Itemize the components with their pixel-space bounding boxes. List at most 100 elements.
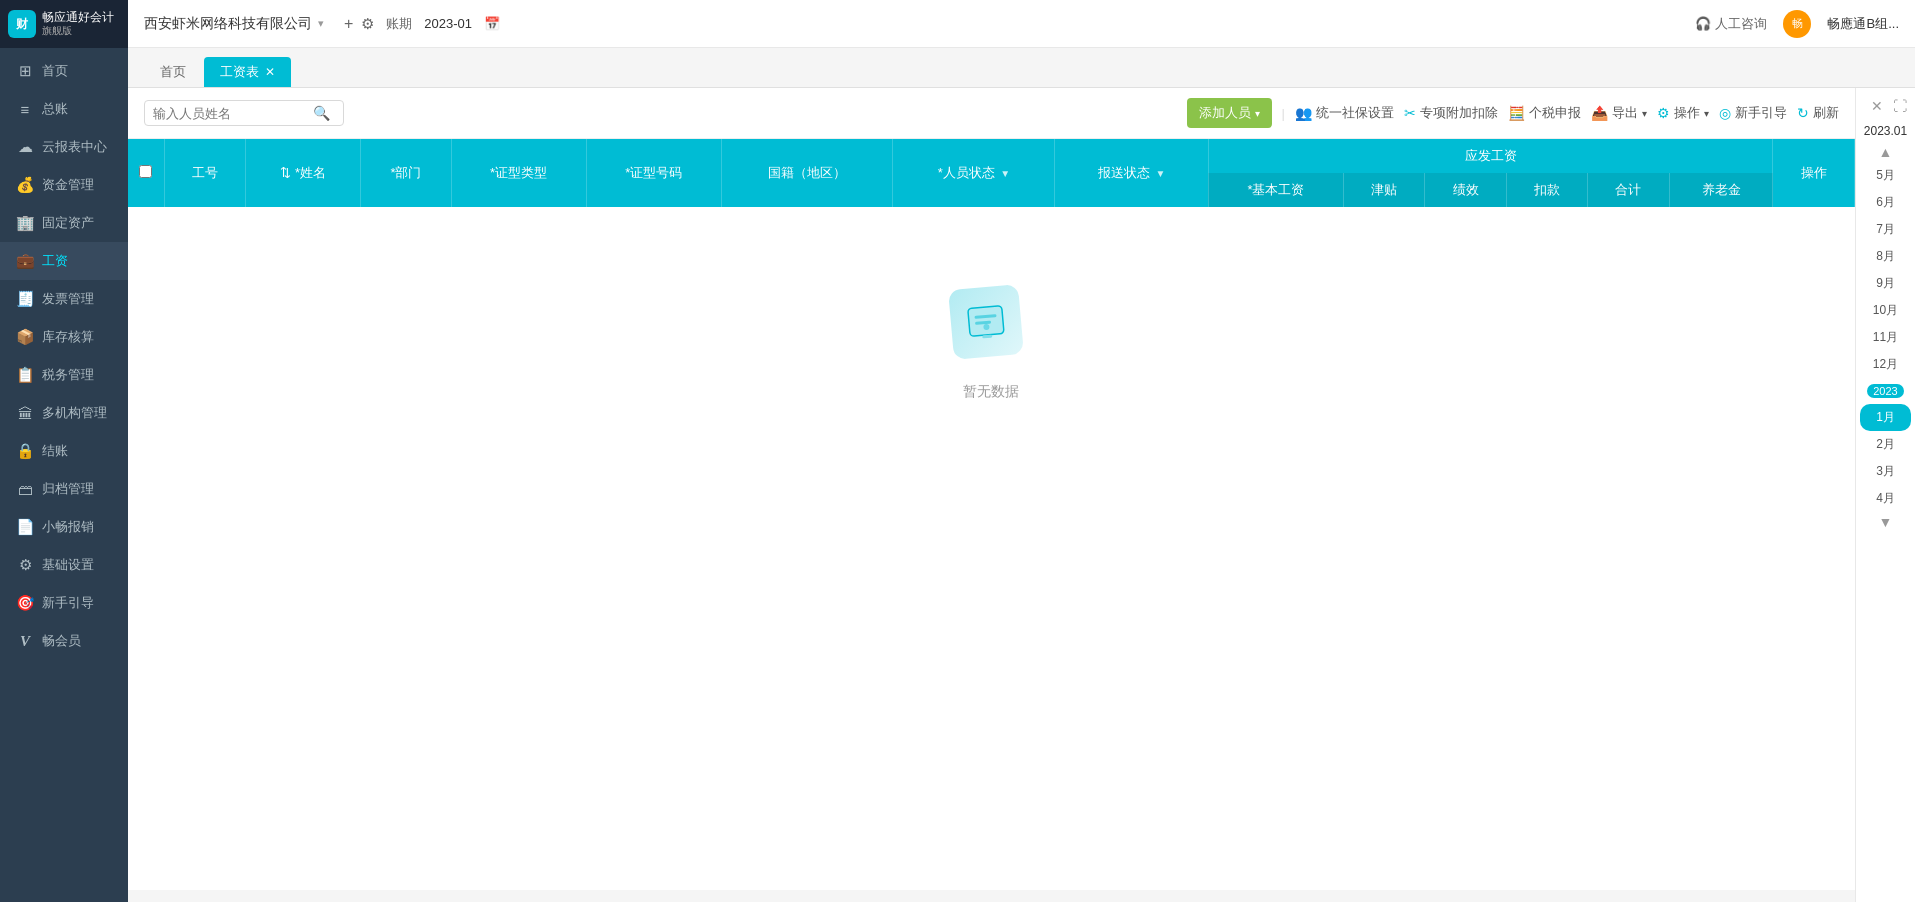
- header-nationality: 国籍（地区）: [721, 139, 892, 207]
- month-item-1[interactable]: 1月: [1860, 404, 1911, 431]
- add-company-button[interactable]: +: [344, 15, 353, 33]
- tab-close-button[interactable]: ✕: [265, 65, 275, 79]
- header-id: 工号: [164, 139, 245, 207]
- sidebar-item-label: 发票管理: [42, 290, 94, 308]
- sidebar-item-archive[interactable]: 🗃 归档管理: [0, 470, 128, 508]
- header-checkbox[interactable]: [128, 139, 164, 207]
- sidebar-item-guide[interactable]: 🎯 新手引导: [0, 584, 128, 622]
- table-scrollbar[interactable]: [128, 890, 1855, 902]
- month-item-9[interactable]: 9月: [1856, 270, 1915, 297]
- tab-home[interactable]: 首页: [144, 57, 202, 87]
- salary-icon: 💼: [16, 252, 34, 270]
- sidebar-item-label: 归档管理: [42, 480, 94, 498]
- filter-icon-2[interactable]: ▼: [1156, 168, 1166, 179]
- sidebar-item-inventory[interactable]: 📦 库存核算: [0, 318, 128, 356]
- month-item-12[interactable]: 12月: [1856, 351, 1915, 378]
- calendar-icon[interactable]: 📅: [484, 16, 500, 31]
- tabbar: 首页 工资表 ✕: [128, 48, 1915, 88]
- month-next-button[interactable]: ▼: [1872, 512, 1900, 532]
- user-name[interactable]: 畅應通B组...: [1827, 15, 1899, 33]
- cloud-icon: ☁: [16, 138, 34, 156]
- add-person-label: 添加人员: [1199, 104, 1251, 122]
- export-chevron: ▾: [1642, 108, 1647, 119]
- add-person-button[interactable]: 添加人员 ▾: [1187, 98, 1272, 128]
- month-item-10[interactable]: 10月: [1856, 297, 1915, 324]
- month-item-4[interactable]: 4月: [1856, 485, 1915, 512]
- personal-tax-icon: 🧮: [1508, 105, 1525, 121]
- settings-icon: ⚙: [16, 556, 34, 574]
- month-item-7[interactable]: 7月: [1856, 216, 1915, 243]
- salary-page: 🔍 添加人员 ▾ | 👥 统一社保设置 ✂ 专项附加扣除: [128, 88, 1855, 902]
- sidebar-item-multi-org[interactable]: 🏛 多机构管理: [0, 394, 128, 432]
- maximize-button[interactable]: ⛶: [1889, 94, 1911, 118]
- topbar-settings-button[interactable]: ⚙: [361, 15, 374, 33]
- sidebar-item-salary[interactable]: 💼 工资: [0, 242, 128, 280]
- sidebar: 财 畅应通好会计 旗舰版 ⊞ 首页 ≡ 总账 ☁ 云报表中心 💰 资金管理 🏢 …: [0, 0, 128, 902]
- company-dropdown-chevron: ▾: [318, 17, 324, 30]
- tab-salary-table[interactable]: 工资表 ✕: [204, 57, 291, 87]
- guide-icon: 🎯: [16, 594, 34, 612]
- month-item-6[interactable]: 6月: [1856, 189, 1915, 216]
- sidebar-item-home[interactable]: ⊞ 首页: [0, 52, 128, 90]
- member-icon: V: [16, 633, 34, 650]
- sidebar-item-member[interactable]: V 畅会员: [0, 622, 128, 660]
- main-area: 西安虾米网络科技有限公司 ▾ + ⚙ 账期 2023-01 📅 🎧 人工咨询 畅…: [128, 0, 1915, 902]
- sidebar-item-fund[interactable]: 💰 资金管理: [0, 166, 128, 204]
- export-btn[interactable]: 📤 导出 ▾: [1591, 104, 1647, 122]
- sidebar-item-label: 总账: [42, 100, 68, 118]
- month-item-2[interactable]: 2月: [1856, 431, 1915, 458]
- guide-icon: ◎: [1719, 105, 1731, 121]
- social-security-label: 统一社保设置: [1316, 104, 1394, 122]
- operations-chevron: ▾: [1704, 108, 1709, 119]
- refresh-btn[interactable]: ↻ 刷新: [1797, 104, 1839, 122]
- period-value: 2023-01: [424, 16, 472, 31]
- topbar-right: 🎧 人工咨询 畅 畅應通B组...: [1695, 10, 1899, 38]
- operations-btn[interactable]: ⚙ 操作 ▾: [1657, 104, 1709, 122]
- special-deduct-btn[interactable]: ✂ 专项附加扣除: [1404, 104, 1498, 122]
- panel-top-actions: ✕ ⛶: [1856, 92, 1915, 120]
- table-wrap[interactable]: 工号 ⇅ *姓名 *部门 *证型类型 *证型号码 国籍（地区） *人员状态 ▼: [128, 139, 1855, 890]
- month-item-8[interactable]: 8月: [1856, 243, 1915, 270]
- search-input[interactable]: [153, 106, 313, 121]
- year-badge: 2023: [1867, 384, 1903, 398]
- special-deduct-icon: ✂: [1404, 105, 1416, 121]
- sidebar-item-label: 库存核算: [42, 328, 94, 346]
- sidebar-item-tax[interactable]: 📋 税务管理: [0, 356, 128, 394]
- header-payroll-group: 应发工资: [1208, 139, 1773, 173]
- select-all-checkbox[interactable]: [139, 165, 152, 178]
- ai-label: 人工咨询: [1715, 15, 1767, 33]
- sidebar-item-expense[interactable]: 📄 小畅报销: [0, 508, 128, 546]
- sidebar-item-close-period[interactable]: 🔒 结账: [0, 432, 128, 470]
- company-selector[interactable]: 西安虾米网络科技有限公司 ▾: [144, 15, 324, 33]
- ai-consult-button[interactable]: 🎧 人工咨询: [1695, 15, 1767, 33]
- guide-label: 新手引导: [1735, 104, 1787, 122]
- app-name: 畅应通好会计: [42, 10, 114, 24]
- refresh-icon: ↻: [1797, 105, 1809, 121]
- close-panel-button[interactable]: ✕: [1867, 94, 1887, 118]
- app-version: 旗舰版: [42, 24, 114, 38]
- sidebar-item-label: 基础设置: [42, 556, 94, 574]
- social-security-btn[interactable]: 👥 统一社保设置: [1295, 104, 1394, 122]
- sidebar-item-fixed-assets[interactable]: 🏢 固定资产: [0, 204, 128, 242]
- sidebar-item-settings[interactable]: ⚙ 基础设置: [0, 546, 128, 584]
- month-item-11[interactable]: 11月: [1856, 324, 1915, 351]
- inventory-icon: 📦: [16, 328, 34, 346]
- tax-icon: 📋: [16, 366, 34, 384]
- sidebar-item-label: 多机构管理: [42, 404, 107, 422]
- guide-btn[interactable]: ◎ 新手引导: [1719, 104, 1787, 122]
- header-performance: 绩效: [1425, 173, 1506, 207]
- refresh-label: 刷新: [1813, 104, 1839, 122]
- month-item-5[interactable]: 5月: [1856, 162, 1915, 189]
- sidebar-item-ledger[interactable]: ≡ 总账: [0, 90, 128, 128]
- company-name: 西安虾米网络科技有限公司: [144, 15, 312, 33]
- tab-salary-label: 工资表: [220, 63, 259, 81]
- empty-row: 暂无数据: [128, 207, 1855, 481]
- filter-icon[interactable]: ▼: [1000, 168, 1010, 179]
- operations-icon: ⚙: [1657, 105, 1670, 121]
- sidebar-item-label: 畅会员: [42, 632, 81, 650]
- personal-tax-btn[interactable]: 🧮 个税申报: [1508, 104, 1581, 122]
- month-item-3[interactable]: 3月: [1856, 458, 1915, 485]
- sidebar-item-cloud-report[interactable]: ☁ 云报表中心: [0, 128, 128, 166]
- month-prev-button[interactable]: ▲: [1872, 142, 1900, 162]
- sidebar-item-invoice[interactable]: 🧾 发票管理: [0, 280, 128, 318]
